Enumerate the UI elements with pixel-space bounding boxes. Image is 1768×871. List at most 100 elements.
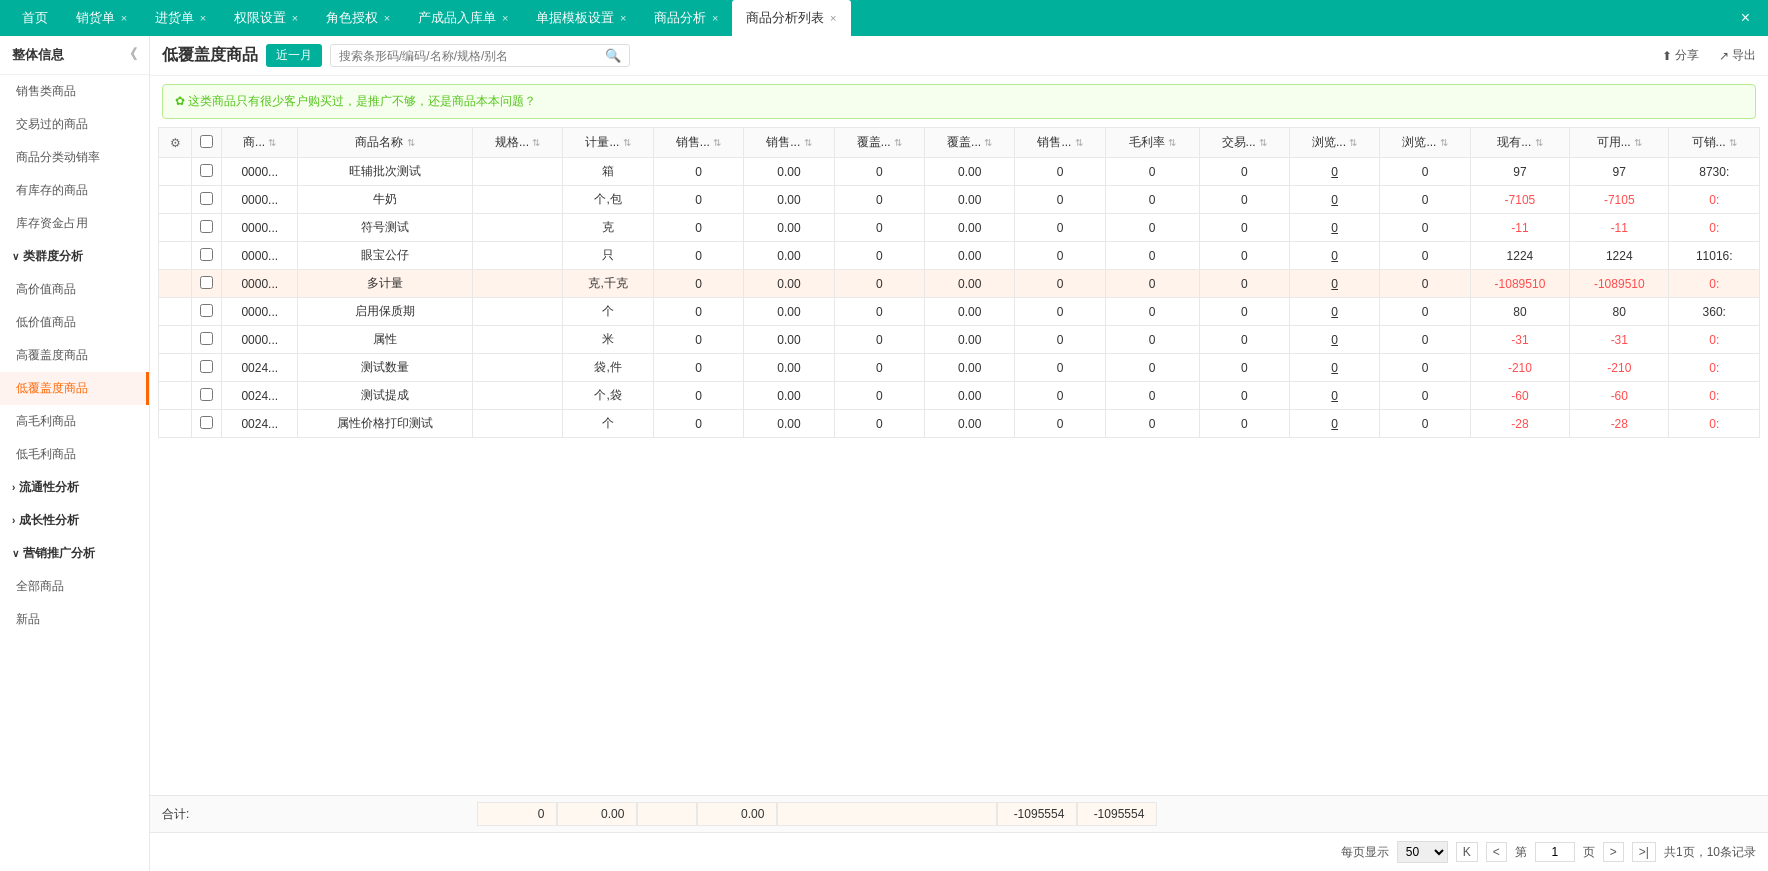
sidebar-item-category-turnover[interactable]: 商品分类动销率 xyxy=(0,141,149,174)
sidebar-item-low-coverage[interactable]: 低覆盖度商品 xyxy=(0,372,149,405)
sidebar-item-high-coverage[interactable]: 高覆盖度商品 xyxy=(0,339,149,372)
sidebar-group-cluster[interactable]: ∨类群度分析 xyxy=(0,240,149,273)
row-settings[interactable] xyxy=(159,326,192,354)
settings-col-header[interactable]: ⚙ xyxy=(159,128,192,158)
nav-product-analysis-list[interactable]: 商品分析列表 × xyxy=(732,0,850,36)
row-settings[interactable] xyxy=(159,410,192,438)
row-select-checkbox[interactable] xyxy=(200,164,213,177)
row-checkbox[interactable] xyxy=(192,298,222,326)
sort-icon[interactable]: ⇅ xyxy=(407,137,415,148)
sort-icon[interactable]: ⇅ xyxy=(804,137,812,148)
close-icon[interactable]: × xyxy=(712,12,718,24)
sort-icon[interactable]: ⇅ xyxy=(268,137,276,148)
row-select-checkbox[interactable] xyxy=(200,192,213,205)
row-browse1[interactable]: 0 xyxy=(1289,186,1379,214)
next-page-button[interactable]: > xyxy=(1603,842,1624,862)
row-select-checkbox[interactable] xyxy=(200,276,213,289)
browse2-col-header[interactable]: 浏览... ⇅ xyxy=(1380,128,1470,158)
sales2-col-header[interactable]: 销售... ⇅ xyxy=(744,128,834,158)
sidebar-item-all-goods[interactable]: 全部商品 xyxy=(0,570,149,603)
browse-link[interactable]: 0 xyxy=(1331,165,1338,179)
row-browse1[interactable]: 0 xyxy=(1289,298,1379,326)
close-icon[interactable]: × xyxy=(384,12,390,24)
share-button[interactable]: ⬆ 分享 xyxy=(1662,47,1699,64)
row-select-checkbox[interactable] xyxy=(200,220,213,233)
browse-link[interactable]: 0 xyxy=(1331,249,1338,263)
browse-link[interactable]: 0 xyxy=(1331,277,1338,291)
row-checkbox[interactable] xyxy=(192,186,222,214)
sort-icon[interactable]: ⇅ xyxy=(1349,137,1357,148)
browse-link[interactable]: 0 xyxy=(1331,417,1338,431)
row-settings[interactable] xyxy=(159,298,192,326)
page-number-input[interactable] xyxy=(1535,842,1575,862)
row-select-checkbox[interactable] xyxy=(200,332,213,345)
sort-icon[interactable]: ⇅ xyxy=(1440,137,1448,148)
sidebar-item-high-value[interactable]: 高价值商品 xyxy=(0,273,149,306)
row-settings[interactable] xyxy=(159,186,192,214)
browse-link[interactable]: 0 xyxy=(1331,221,1338,235)
row-browse1[interactable]: 0 xyxy=(1289,382,1379,410)
row-select-checkbox[interactable] xyxy=(200,248,213,261)
browse1-col-header[interactable]: 浏览... ⇅ xyxy=(1289,128,1379,158)
sort-icon[interactable]: ⇅ xyxy=(1729,137,1737,148)
sort-icon[interactable]: ⇅ xyxy=(623,137,631,148)
row-browse1[interactable]: 0 xyxy=(1289,270,1379,298)
row-settings[interactable] xyxy=(159,354,192,382)
row-browse1[interactable]: 0 xyxy=(1289,242,1379,270)
code-col-header[interactable]: 商... ⇅ xyxy=(222,128,298,158)
close-icon[interactable]: × xyxy=(200,12,206,24)
browse-link[interactable]: 0 xyxy=(1331,333,1338,347)
select-all-checkbox[interactable] xyxy=(200,135,213,148)
row-settings[interactable] xyxy=(159,158,192,186)
sort-icon[interactable]: ⇅ xyxy=(1535,137,1543,148)
available-col-header[interactable]: 可用... ⇅ xyxy=(1570,128,1669,158)
time-filter-button[interactable]: 近一月 xyxy=(266,44,322,67)
sidebar-item-sales-goods[interactable]: 销售类商品 xyxy=(0,75,149,108)
row-checkbox[interactable] xyxy=(192,214,222,242)
per-page-select[interactable]: 50 100 200 xyxy=(1397,841,1448,863)
row-checkbox[interactable] xyxy=(192,382,222,410)
sidebar-item-new-goods[interactable]: 新品 xyxy=(0,603,149,636)
row-checkbox[interactable] xyxy=(192,326,222,354)
sort-icon[interactable]: ⇅ xyxy=(713,137,721,148)
cover1-col-header[interactable]: 覆盖... ⇅ xyxy=(834,128,924,158)
sort-icon[interactable]: ⇅ xyxy=(1259,137,1267,148)
row-browse1[interactable]: 0 xyxy=(1289,354,1379,382)
row-checkbox[interactable] xyxy=(192,270,222,298)
prev-page-button[interactable]: < xyxy=(1486,842,1507,862)
row-select-checkbox[interactable] xyxy=(200,304,213,317)
nav-template[interactable]: 单据模板设置 × xyxy=(522,0,640,36)
nav-home[interactable]: 首页 xyxy=(8,0,62,36)
row-checkbox[interactable] xyxy=(192,158,222,186)
row-select-checkbox[interactable] xyxy=(200,388,213,401)
sidebar-item-low-margin[interactable]: 低毛利商品 xyxy=(0,438,149,471)
sort-icon[interactable]: ⇅ xyxy=(1168,137,1176,148)
close-icon[interactable]: × xyxy=(620,12,626,24)
trade-col-header[interactable]: 交易... ⇅ xyxy=(1199,128,1289,158)
row-settings[interactable] xyxy=(159,270,192,298)
grossrate-col-header[interactable]: 毛利率 ⇅ xyxy=(1105,128,1199,158)
nav-permissions[interactable]: 权限设置 × xyxy=(220,0,312,36)
row-settings[interactable] xyxy=(159,214,192,242)
close-icon[interactable]: × xyxy=(502,12,508,24)
sort-icon[interactable]: ⇅ xyxy=(894,137,902,148)
browse-link[interactable]: 0 xyxy=(1331,193,1338,207)
name-col-header[interactable]: 商品名称 ⇅ xyxy=(298,128,473,158)
saleable-col-header[interactable]: 可销... ⇅ xyxy=(1669,128,1760,158)
search-input[interactable] xyxy=(339,49,601,63)
close-icon[interactable]: × xyxy=(292,12,298,24)
nav-sales[interactable]: 销货单 × xyxy=(62,0,141,36)
sidebar-item-stocked-goods[interactable]: 有库存的商品 xyxy=(0,174,149,207)
row-select-checkbox[interactable] xyxy=(200,416,213,429)
unit-col-header[interactable]: 计量... ⇅ xyxy=(563,128,653,158)
checkbox-col-header[interactable] xyxy=(192,128,222,158)
sales3-col-header[interactable]: 销售... ⇅ xyxy=(1015,128,1105,158)
spec-col-header[interactable]: 规格... ⇅ xyxy=(472,128,562,158)
close-icon[interactable]: × xyxy=(830,12,836,24)
row-checkbox[interactable] xyxy=(192,354,222,382)
row-browse1[interactable]: 0 xyxy=(1289,158,1379,186)
gear-icon[interactable]: ⚙ xyxy=(170,136,181,150)
browse-link[interactable]: 0 xyxy=(1331,361,1338,375)
first-page-button[interactable]: K xyxy=(1456,842,1478,862)
sort-icon[interactable]: ⇅ xyxy=(984,137,992,148)
